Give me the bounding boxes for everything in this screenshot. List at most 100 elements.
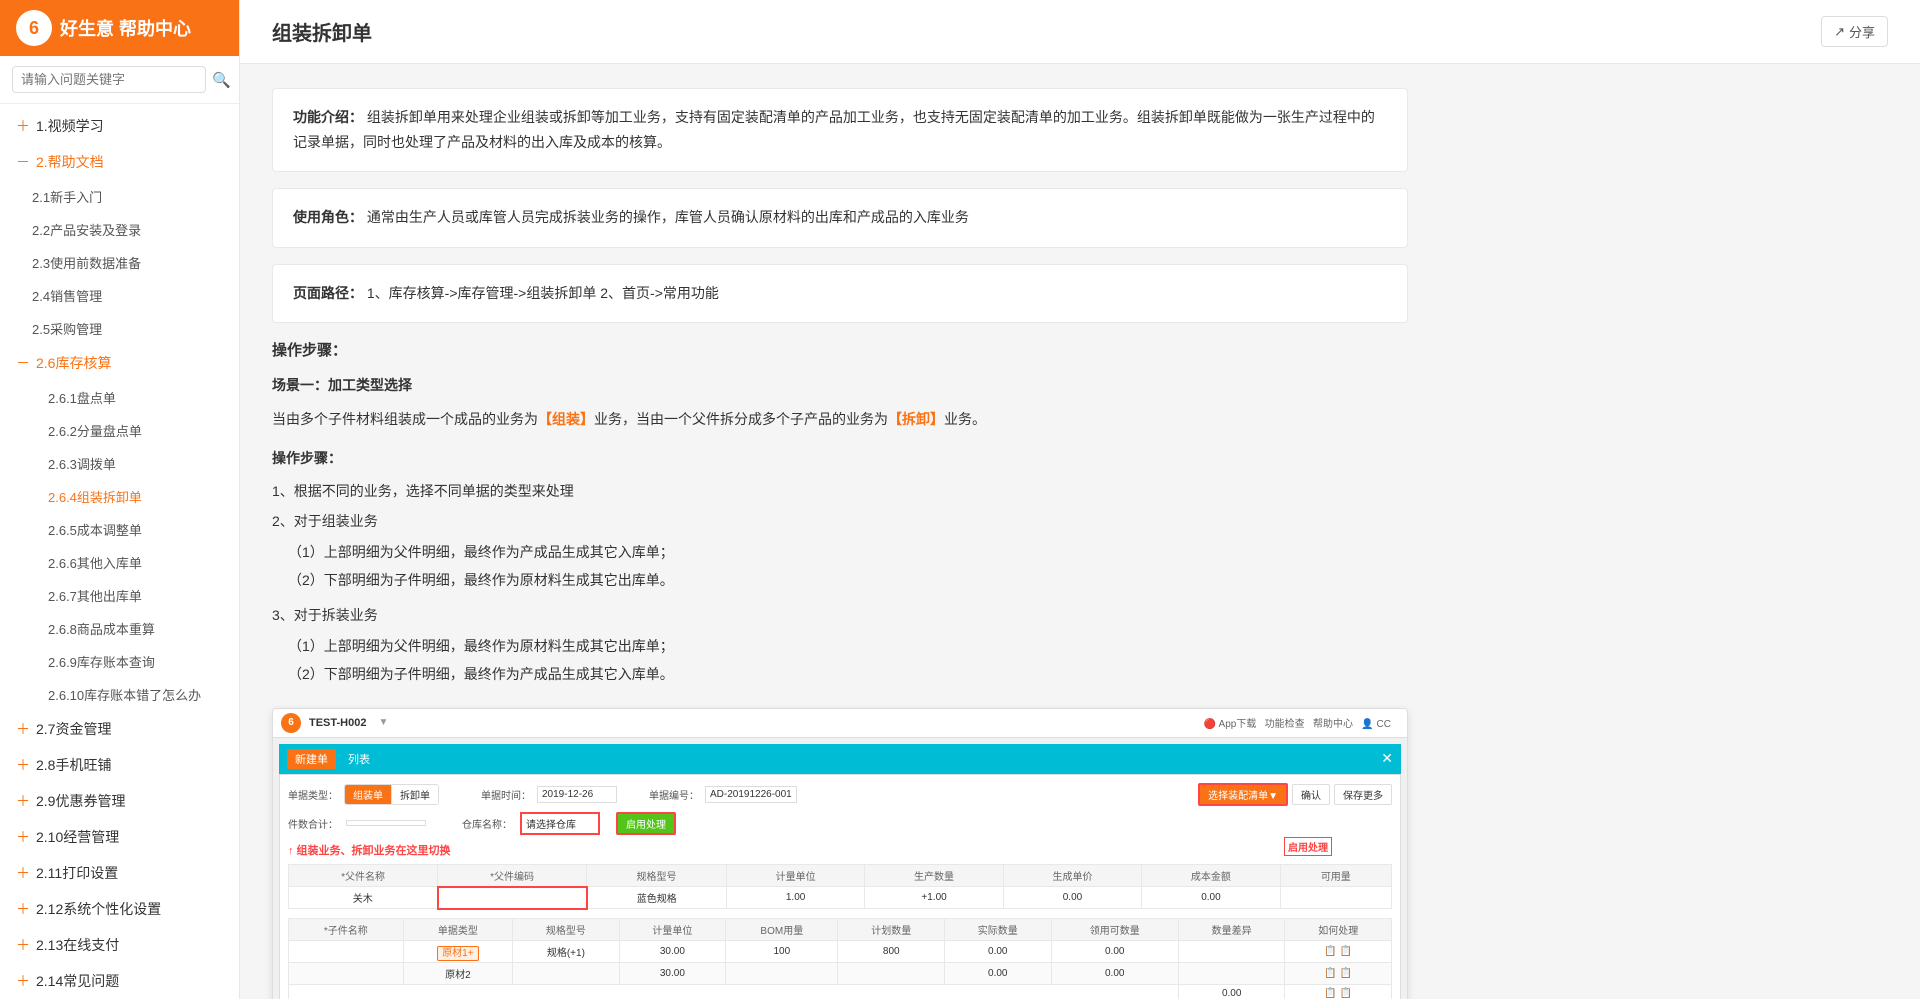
mock-dropdown-icon: ▼ [378, 717, 388, 728]
sidebar-item-stock-check[interactable]: 2.6.9库存账本查询 [0, 645, 239, 678]
intro-label: 功能介绍： [293, 109, 363, 125]
lower-r2-plan [838, 962, 945, 984]
sidebar-item-account-err[interactable]: 2.6.10库存账本错了怎么办 [0, 678, 239, 711]
step1-text: 1、根据不同的业务，选择不同单据的类型来处理 [272, 478, 1408, 505]
sidebar-item-personalize[interactable]: ＋ 2.12系统个性化设置 [0, 891, 239, 927]
screenshot-container: 6 TEST-H002 ▼ 🔴 App下载 功能检查 帮助中心 👤 CC [272, 708, 1408, 999]
sidebar-item-coupon[interactable]: ＋ 2.9优惠券管理 [0, 783, 239, 819]
sidebar-item-operation[interactable]: ＋ 2.10经营管理 [0, 819, 239, 855]
sidebar-item-faq[interactable]: ＋ 2.14常见问题 [0, 963, 239, 999]
warehouse-input[interactable]: 请选择仓库 [520, 812, 600, 835]
app-title: 好生意 帮助中心 [60, 15, 191, 41]
lower-r1-unit: 30.00 [619, 940, 726, 962]
plus-icon: ＋ [16, 116, 30, 136]
upper-table-row: 关木 蓝色规格 1.00 +1.00 0.00 0.00 [289, 887, 1392, 909]
upper-col-name: *父件名称 [289, 864, 438, 887]
nav-section: ＋ 1.视频学习 － 2.帮助文档 2.1新手入门 2.2产品安装及登录 2.3… [0, 104, 239, 999]
sidebar-item-cost-calc[interactable]: 2.6.8商品成本重算 [0, 612, 239, 645]
number-input[interactable]: AD-20191226-001 [705, 786, 797, 803]
step2-2-text: （2）下部明细为子件明细，最终作为原材料生成其它出库单。 [272, 567, 1408, 594]
upper-col-unit: 计量单位 [726, 864, 864, 887]
step3-text: 3、对于拆装业务 [272, 602, 1408, 629]
lower-col-claim: 领用可数量 [1051, 918, 1178, 940]
lower-r3-empty [289, 984, 1179, 999]
share-icon: ↗ [1834, 24, 1845, 40]
lower-r1-name [289, 940, 404, 962]
pieces-label: 件数合计： [288, 816, 338, 831]
upper-row-cost: 0.00 [1142, 887, 1280, 909]
sidebar-item-data[interactable]: 2.3使用前数据准备 [0, 246, 239, 279]
sidebar-item-sales[interactable]: 2.4销售管理 [0, 279, 239, 312]
sidebar-item-video[interactable]: ＋ 1.视频学习 [0, 108, 239, 144]
main-area: 组装拆卸单 ↗ 分享 功能介绍： 组装拆卸单用来处理企业组装或拆卸等加工业务，支… [240, 0, 1920, 999]
sidebar-item-purchase[interactable]: 2.5采购管理 [0, 312, 239, 345]
warehouse-label: 仓库名称： [462, 816, 512, 831]
sidebar-item-count[interactable]: 2.6.1盘点单 [0, 381, 239, 414]
sidebar-item-assembly[interactable]: 2.6.4组装拆卸单 [0, 480, 239, 513]
upper-col-avail: 可用量 [1280, 864, 1391, 887]
type-segment[interactable]: 组装单 拆卸单 [344, 784, 439, 805]
stock-minus-icon: － [16, 353, 30, 373]
upper-row-price: 0.00 [1003, 887, 1141, 909]
save-btn[interactable]: 保存更多 [1334, 784, 1392, 805]
mock-company: TEST-H002 [309, 717, 366, 729]
lower-r1-bom: 100 [726, 940, 838, 962]
date-input[interactable]: 2019-12-26 [537, 786, 617, 803]
sidebar-item-mobile[interactable]: ＋ 2.8手机旺铺 [0, 747, 239, 783]
search-icon[interactable]: 🔍 [212, 71, 231, 89]
sidebar-item-mobile-label: 2.8手机旺铺 [36, 755, 111, 775]
path-label: 页面路径： [293, 285, 363, 301]
mock-dialog-header: 新建单 列表 ✕ [279, 744, 1401, 774]
lower-col-actual: 实际数量 [945, 918, 1052, 940]
sidebar-item-online-pay[interactable]: ＋ 2.13在线支付 [0, 927, 239, 963]
sidebar-item-stock[interactable]: － 2.6库存核算 [0, 345, 239, 381]
mobile-plus-icon: ＋ [16, 755, 30, 775]
role-label: 使用角色： [293, 209, 363, 225]
type-option-assembly[interactable]: 组装单 [345, 785, 392, 804]
mock-screen-wrapper: 6 TEST-H002 ▼ 🔴 App下载 功能检查 帮助中心 👤 CC [273, 709, 1407, 999]
number-label: 单据编号： [649, 787, 699, 802]
lower-col-type: 单据类型 [403, 918, 512, 940]
sidebar-item-other-out[interactable]: 2.6.7其他出库单 [0, 579, 239, 612]
sidebar-item-operation-label: 2.10经营管理 [36, 827, 119, 847]
sidebar-item-cost-adjust[interactable]: 2.6.5成本调整单 [0, 513, 239, 546]
sidebar-item-online-pay-label: 2.13在线支付 [36, 935, 119, 955]
mock-tab-new[interactable]: 新建单 [287, 749, 336, 769]
upper-row-code[interactable] [438, 887, 587, 909]
sidebar-item-coupon-label: 2.9优惠券管理 [36, 791, 125, 811]
role-box: 使用角色： 通常由生产人员或库管人员完成拆装业务的操作，库管人员确认原材料的出库… [272, 188, 1408, 247]
upper-col-qty: 生产数量 [865, 864, 1003, 887]
sidebar-item-other-in[interactable]: 2.6.6其他入库单 [0, 546, 239, 579]
date-label: 单据时间： [481, 787, 531, 802]
mock-form-area: 单据类型： 组装单 拆卸单 单据时间： 2019-12-26 单据编号： [279, 774, 1401, 999]
step2-1-text: （1）上部明细为父件明细，最终作为产成品生成其它入库单； [272, 539, 1408, 566]
use-btn[interactable]: 启用处理 [616, 812, 676, 835]
sidebar-item-print[interactable]: ＋ 2.11打印设置 [0, 855, 239, 891]
confirm-btn[interactable]: 确认 [1292, 784, 1330, 805]
lower-r2-actual: 0.00 [945, 962, 1052, 984]
search-input[interactable] [12, 66, 206, 93]
mock-nav-right: 🔴 App下载 功能检查 帮助中心 👤 CC [1204, 715, 1391, 730]
content-area: 功能介绍： 组装拆卸单用来处理企业组装或拆卸等加工业务，支持有固定装配清单的产品… [240, 64, 1440, 999]
sidebar-item-cash[interactable]: ＋ 2.7资金管理 [0, 711, 239, 747]
lower-r2-bom [726, 962, 838, 984]
upper-row-name: 关木 [289, 887, 438, 909]
lower-r1-handle: 📋 📋 [1285, 940, 1392, 962]
mock-tab-list[interactable]: 列表 [340, 749, 378, 769]
sidebar-item-new[interactable]: 2.1新手入门 [0, 180, 239, 213]
sidebar-item-install[interactable]: 2.2产品安装及登录 [0, 213, 239, 246]
share-button[interactable]: ↗ 分享 [1821, 16, 1888, 47]
sidebar-item-docs[interactable]: － 2.帮助文档 [0, 144, 239, 180]
annotation-label-enable: 启用处理 [1284, 837, 1332, 856]
type-option-disassembly[interactable]: 拆卸单 [392, 785, 438, 804]
sidebar-item-split-count[interactable]: 2.6.2分量盘点单 [0, 414, 239, 447]
pieces-input[interactable] [346, 820, 426, 826]
lower-r1-spec: 规格(+1) [513, 940, 620, 962]
bom-btn[interactable]: 选择装配清单▼ [1198, 783, 1288, 806]
lower-table-row-3: 0.00 📋 📋 [289, 984, 1392, 999]
lower-r1-claim: 0.00 [1051, 940, 1178, 962]
sidebar-item-transfer[interactable]: 2.6.3调拨单 [0, 447, 239, 480]
annotation-row1: 件数合计： 仓库名称： 请选择仓库 启用处理 启用处理 [288, 812, 1392, 835]
mock-close-icon[interactable]: ✕ [1381, 750, 1393, 767]
sidebar-item-stock-label: 2.6库存核算 [36, 353, 111, 373]
